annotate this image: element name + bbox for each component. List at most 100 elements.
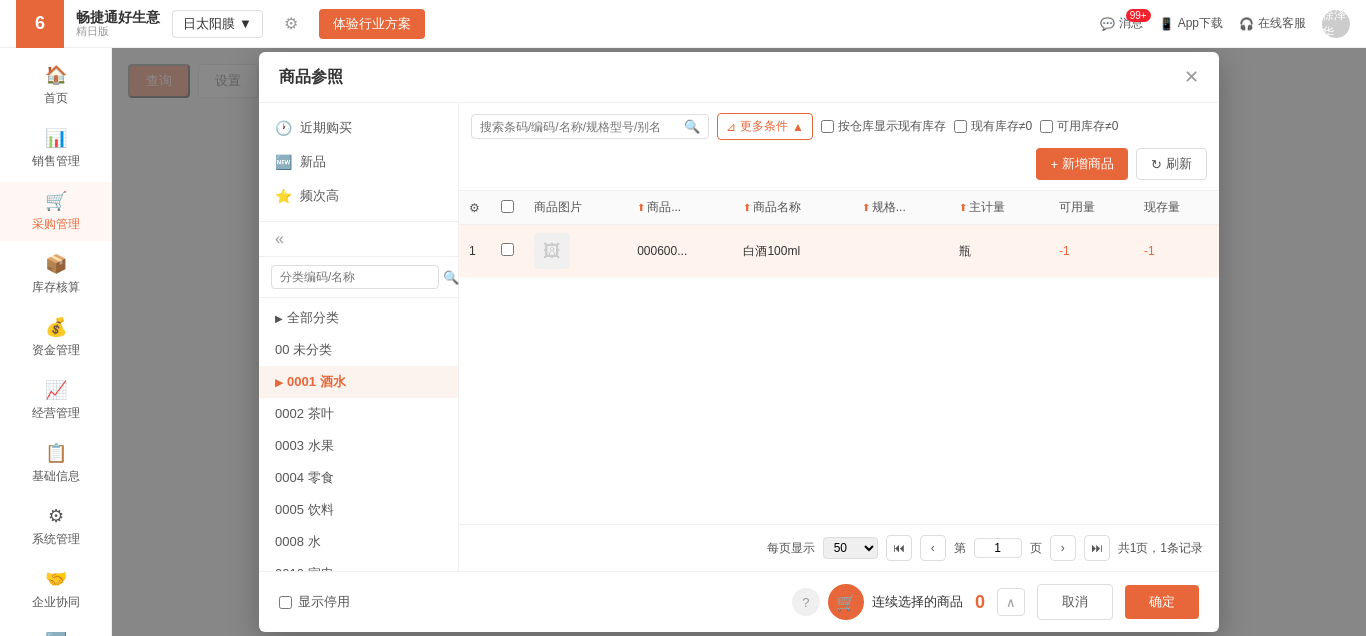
collapse-arrow-icon: « [275,230,284,248]
sidebar-item-home[interactable]: 🏠 首页 [0,56,111,115]
modal-body: 🕐 近期购买 🆕 新品 ⭐ 频次高 [259,103,1219,571]
show-disabled-checkbox[interactable]: 显示停用 [279,593,350,611]
prev-page-btn[interactable]: ‹ [920,535,946,561]
th-unit: ⬆ 主计量 [949,191,1049,225]
experience-btn[interactable]: 体验行业方案 [319,9,425,39]
help-icon: ? [802,595,809,610]
per-page-label: 每页显示 [767,540,815,557]
modal-right-toolbar: 🔍 ⊿ 更多条件 ▲ 按仓库显示现有库存 [459,103,1219,191]
disabled-checkbox-input[interactable] [279,596,292,609]
row-checkbox[interactable] [501,243,514,256]
filter-label: 更多条件 [740,118,788,135]
settings-col-icon[interactable]: ⚙ [469,201,480,215]
cell-checkbox [491,225,524,278]
category-search-input[interactable] [271,265,439,289]
online-service-btn[interactable]: 🎧 在线客服 [1239,15,1306,32]
product-search-input[interactable] [480,120,680,134]
category-label: 0002 茶叶 [275,405,334,423]
th-image: 商品图片 [524,191,627,225]
sidebar-item-basic[interactable]: 📋 基础信息 [0,434,111,493]
footer-middle: ? 🛒 连续选择的商品 0 ∧ [792,584,1025,620]
sidebar-item-system[interactable]: ⚙ 系统管理 [0,497,111,556]
toolbar-right-buttons: + 新增商品 ↻ 刷新 [1036,148,1207,180]
th-code: ⬆ 商品... [627,191,733,225]
category-label: 0003 水果 [275,437,334,455]
cart-btn[interactable]: 🛒 [828,584,864,620]
chevron-up-icon: ∧ [1006,595,1016,610]
th-name: ⬆ 商品名称 [733,191,851,225]
category-item-0008[interactable]: 0008 水 [259,526,458,558]
more-filter-btn[interactable]: ⊿ 更多条件 ▲ [717,113,813,140]
sidebar-item-sales[interactable]: 📊 销售管理 [0,119,111,178]
add-product-btn[interactable]: + 新增商品 [1036,148,1128,180]
table-row[interactable]: 1 🖼 [459,225,1219,278]
help-btn[interactable]: ? [792,588,820,616]
tab-frequent[interactable]: ⭐ 频次高 [259,179,458,213]
add-icon: + [1050,157,1058,172]
modal-header: 商品参照 ✕ [259,52,1219,103]
warehouse-stock-checkbox[interactable]: 按仓库显示现有库存 [821,118,946,135]
category-search-icon[interactable]: 🔍 [443,270,459,285]
footer-collapse-btn[interactable]: ∧ [997,588,1025,616]
gear-icon[interactable]: ⚙ [275,8,307,40]
cell-code: 000600... [627,225,733,278]
cell-unit: 瓶 [949,225,1049,278]
category-item-all[interactable]: ▶ 全部分类 [259,302,458,334]
select-all-checkbox[interactable] [501,200,514,213]
selector-dropdown[interactable]: 日太阳膜 ▼ [172,10,263,38]
category-label: 0008 水 [275,533,321,551]
first-page-btn[interactable]: ⏮ [886,535,912,561]
category-item-0001[interactable]: ▶ 0001 酒水 [259,366,458,398]
left-collapse-btn[interactable]: « [259,222,458,257]
existing-stock-checkbox[interactable]: 现有库存≠0 [954,118,1032,135]
category-item-0005[interactable]: 0005 饮料 [259,494,458,526]
last-page-btn[interactable]: ⏭ [1084,535,1110,561]
category-item-0010[interactable]: 0010 家电 [259,558,458,571]
category-item-0002[interactable]: 0002 茶叶 [259,398,458,430]
table-header: ⚙ 商品图片 ⬆ [459,191,1219,225]
sidebar-item-label: 库存核算 [32,279,80,296]
notification-btn[interactable]: 💬 消息 99+ [1100,15,1143,32]
sidebar-item-guide[interactable]: 🆕 新手引导 [0,623,111,636]
tab-label: 近期购买 [300,119,352,137]
confirm-btn[interactable]: 确定 [1125,585,1199,619]
category-item-00[interactable]: 00 未分类 [259,334,458,366]
cancel-btn[interactable]: 取消 [1037,584,1113,620]
sidebar: 🏠 首页 📊 销售管理 🛒 采购管理 📦 库存核算 💰 资金管理 📈 经营管理 … [0,48,112,636]
sidebar-item-finance[interactable]: 💰 资金管理 [0,308,111,367]
page-number-input[interactable] [974,538,1022,558]
product-search-icon[interactable]: 🔍 [684,119,700,134]
refresh-btn[interactable]: ↻ 刷新 [1136,148,1207,180]
category-item-0003[interactable]: 0003 水果 [259,430,458,462]
selected-count-label: 连续选择的商品 [872,593,963,611]
sidebar-item-operation[interactable]: 📈 经营管理 [0,371,111,430]
cell-name: 白酒100ml [733,225,851,278]
modal-title: 商品参照 [279,67,343,88]
th-available: 可用量 [1049,191,1134,225]
sidebar-item-label: 企业协同 [32,594,80,611]
category-list: ▶ 全部分类 00 未分类 ▶ 0001 酒水 0002 茶 [259,298,458,571]
star-icon: ⭐ [275,188,292,204]
notification-badge: 99+ [1126,9,1151,22]
app-download-btn[interactable]: 📱 App下载 [1159,15,1223,32]
message-icon: 💬 [1100,17,1115,31]
sidebar-item-label: 销售管理 [32,153,80,170]
sidebar-item-purchase[interactable]: 🛒 采购管理 [0,182,111,241]
sidebar-item-inventory[interactable]: 📦 库存核算 [0,245,111,304]
category-arrow: ▶ [275,377,283,388]
tab-new-products[interactable]: 🆕 新品 [259,145,458,179]
navbar: 6 畅捷通好生意 精日版 日太阳膜 ▼ ⚙ 体验行业方案 💬 消息 99+ 📱 … [0,0,1366,48]
selected-count-badge: 0 [975,592,985,613]
show-disabled-label: 显示停用 [298,593,350,611]
tab-recent-purchase[interactable]: 🕐 近期购买 [259,111,458,145]
brand-info: 畅捷通好生意 精日版 [76,9,160,39]
sidebar-item-label: 资金管理 [32,342,80,359]
next-page-btn[interactable]: › [1050,535,1076,561]
per-page-select[interactable]: 50 10 20 100 [823,537,878,559]
user-profile-btn[interactable]: 徐泽华 [1322,10,1350,38]
sidebar-item-enterprise[interactable]: 🤝 企业协同 [0,560,111,619]
tab-label: 新品 [300,153,326,171]
modal-close-button[interactable]: ✕ [1184,66,1199,88]
category-item-0004[interactable]: 0004 零食 [259,462,458,494]
available-stock-checkbox[interactable]: 可用库存≠0 [1040,118,1118,135]
